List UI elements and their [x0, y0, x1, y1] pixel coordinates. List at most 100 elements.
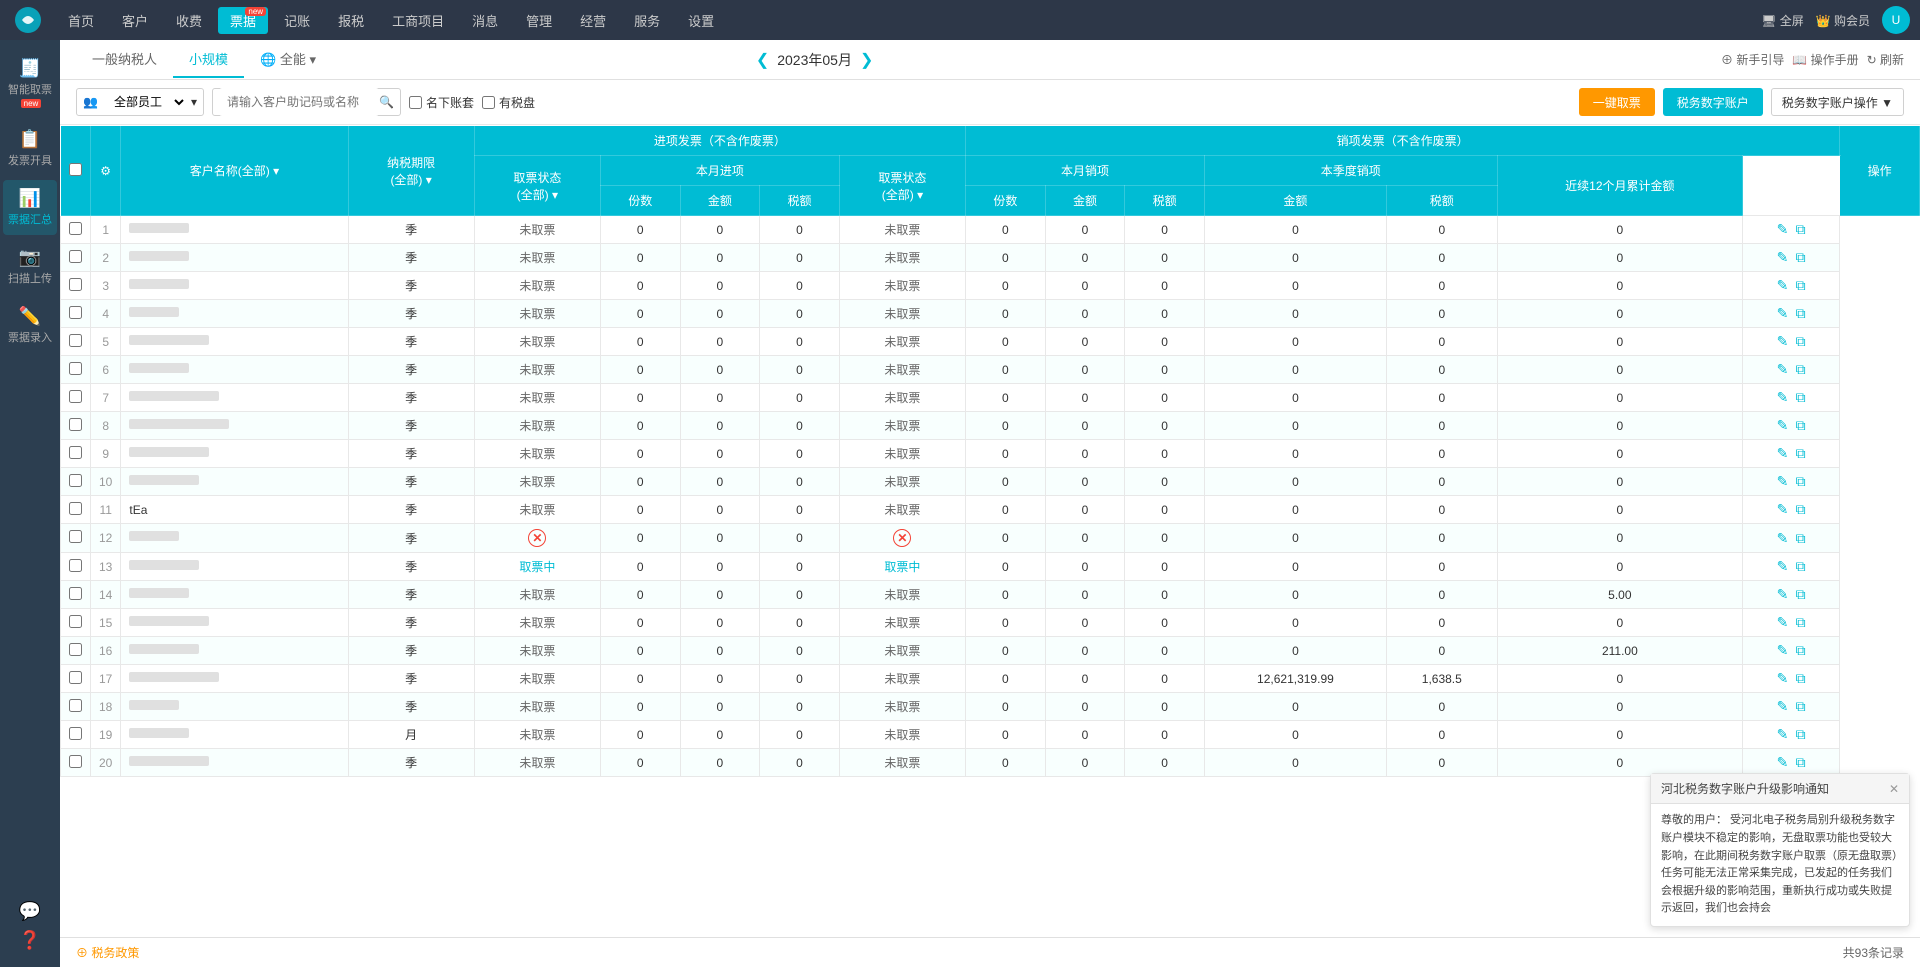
edit-btn[interactable]: ✎	[1777, 473, 1789, 489]
down-account-checkbox[interactable]	[409, 96, 422, 109]
nav-client[interactable]: 客户	[110, 7, 160, 34]
has-tax-checkbox[interactable]	[482, 96, 495, 109]
digital-account-btn[interactable]: 税务数字账户	[1663, 88, 1763, 116]
edit-btn[interactable]: ✎	[1777, 642, 1789, 658]
sidebar-item-smart-invoice[interactable]: 🧾 智能取票new	[3, 50, 57, 117]
sidebar-item-scan-upload[interactable]: 📷 扫描上传	[3, 239, 57, 294]
copy-btn[interactable]: ⧉	[1796, 221, 1806, 237]
copy-btn[interactable]: ⧉	[1796, 249, 1806, 265]
sidebar-item-invoice-entry[interactable]: ✏️ 票据录入	[3, 298, 57, 353]
edit-btn[interactable]: ✎	[1777, 698, 1789, 714]
edit-btn[interactable]: ✎	[1777, 558, 1789, 574]
edit-btn[interactable]: ✎	[1777, 305, 1789, 321]
copy-btn[interactable]: ⧉	[1796, 305, 1806, 321]
row-checkbox[interactable]	[69, 727, 82, 740]
nav-message[interactable]: 消息	[460, 7, 510, 34]
tab-all-capable[interactable]: 🌐 全能 ▾	[244, 41, 332, 78]
sidebar-item-open-invoice[interactable]: 📋 发票开具	[3, 121, 57, 176]
nav-settings[interactable]: 设置	[676, 7, 726, 34]
new-guide-btn[interactable]: ⊕ 新手引导	[1721, 51, 1784, 68]
member-btn[interactable]: 👑 购会员	[1816, 12, 1870, 29]
row-checkbox[interactable]	[69, 278, 82, 291]
employee-select[interactable]: 全部员工	[102, 88, 187, 116]
row-checkbox[interactable]	[69, 418, 82, 431]
row-checkbox[interactable]	[69, 446, 82, 459]
copy-btn[interactable]: ⧉	[1796, 558, 1806, 574]
edit-btn[interactable]: ✎	[1777, 361, 1789, 377]
edit-btn[interactable]: ✎	[1777, 445, 1789, 461]
edit-btn[interactable]: ✎	[1777, 726, 1789, 742]
copy-btn[interactable]: ⧉	[1796, 501, 1806, 517]
notification-close-btn[interactable]: ✕	[1889, 782, 1899, 796]
manual-btn[interactable]: 📖 操作手册	[1792, 51, 1858, 68]
help-icon[interactable]: ❓	[19, 930, 41, 951]
copy-btn[interactable]: ⧉	[1796, 698, 1806, 714]
row-checkbox[interactable]	[69, 334, 82, 347]
row-checkbox[interactable]	[69, 699, 82, 712]
settings-icon[interactable]: ⚙	[100, 164, 111, 178]
row-checkbox[interactable]	[69, 222, 82, 235]
row-checkbox[interactable]	[69, 306, 82, 319]
nav-management[interactable]: 管理	[514, 7, 564, 34]
row-checkbox[interactable]	[69, 755, 82, 768]
edit-btn[interactable]: ✎	[1777, 333, 1789, 349]
copy-btn[interactable]: ⧉	[1796, 361, 1806, 377]
edit-btn[interactable]: ✎	[1777, 277, 1789, 293]
row-checkbox[interactable]	[69, 502, 82, 515]
refresh-btn[interactable]: ↻ 刷新	[1867, 51, 1904, 68]
nav-home[interactable]: 首页	[56, 7, 106, 34]
edit-btn[interactable]: ✎	[1777, 249, 1789, 265]
row-checkbox[interactable]	[69, 643, 82, 656]
row-checkbox[interactable]	[69, 530, 82, 543]
copy-btn[interactable]: ⧉	[1796, 445, 1806, 461]
nav-fee[interactable]: 收费	[164, 7, 214, 34]
edit-btn[interactable]: ✎	[1777, 754, 1789, 770]
row-checkbox[interactable]	[69, 615, 82, 628]
down-account-checkbox-label[interactable]: 名下账套	[409, 94, 474, 111]
copy-btn[interactable]: ⧉	[1796, 417, 1806, 433]
nav-invoice[interactable]: 票据 new	[218, 7, 268, 34]
row-checkbox[interactable]	[69, 390, 82, 403]
search-input[interactable]	[219, 88, 379, 116]
next-period-btn[interactable]: ❯	[860, 50, 873, 70]
message-icon[interactable]: 💬	[19, 901, 41, 922]
fullscreen-btn[interactable]: 🖥 全屏	[1761, 12, 1804, 29]
one-click-invoice-btn[interactable]: 一键取票	[1579, 88, 1655, 116]
user-avatar[interactable]: U	[1882, 6, 1910, 34]
nav-tax[interactable]: 报税	[326, 7, 376, 34]
nav-business[interactable]: 工商项目	[380, 7, 456, 34]
edit-btn[interactable]: ✎	[1777, 389, 1789, 405]
row-checkbox[interactable]	[69, 559, 82, 572]
row-checkbox[interactable]	[69, 250, 82, 263]
copy-btn[interactable]: ⧉	[1796, 333, 1806, 349]
copy-btn[interactable]: ⧉	[1796, 473, 1806, 489]
copy-btn[interactable]: ⧉	[1796, 277, 1806, 293]
row-checkbox[interactable]	[69, 362, 82, 375]
tax-policy-link[interactable]: ⊕ 税务政策	[76, 944, 139, 961]
sidebar-item-invoice-summary[interactable]: 📊 票据汇总	[3, 180, 57, 235]
edit-btn[interactable]: ✎	[1777, 501, 1789, 517]
copy-btn[interactable]: ⧉	[1796, 586, 1806, 602]
copy-btn[interactable]: ⧉	[1796, 530, 1806, 546]
digital-account-operation-btn[interactable]: 税务数字账户操作 ▼	[1771, 88, 1904, 116]
edit-btn[interactable]: ✎	[1777, 417, 1789, 433]
search-box[interactable]: 🔍	[212, 88, 401, 116]
row-checkbox[interactable]	[69, 671, 82, 684]
select-all-checkbox[interactable]	[69, 163, 82, 176]
copy-btn[interactable]: ⧉	[1796, 670, 1806, 686]
prev-period-btn[interactable]: ❮	[756, 50, 769, 70]
tab-general-taxpayer[interactable]: 一般纳税人	[76, 41, 173, 78]
search-icon[interactable]: 🔍	[379, 95, 394, 109]
copy-btn[interactable]: ⧉	[1796, 389, 1806, 405]
copy-btn[interactable]: ⧉	[1796, 642, 1806, 658]
edit-btn[interactable]: ✎	[1777, 614, 1789, 630]
copy-btn[interactable]: ⧉	[1796, 726, 1806, 742]
employee-select-wrapper[interactable]: 👥 全部员工 ▾	[76, 88, 204, 116]
copy-btn[interactable]: ⧉	[1796, 754, 1806, 770]
nav-service[interactable]: 服务	[622, 7, 672, 34]
nav-operation[interactable]: 经营	[568, 7, 618, 34]
edit-btn[interactable]: ✎	[1777, 670, 1789, 686]
nav-bookkeeping[interactable]: 记账	[272, 7, 322, 34]
edit-btn[interactable]: ✎	[1777, 221, 1789, 237]
has-tax-checkbox-label[interactable]: 有税盘	[482, 94, 535, 111]
